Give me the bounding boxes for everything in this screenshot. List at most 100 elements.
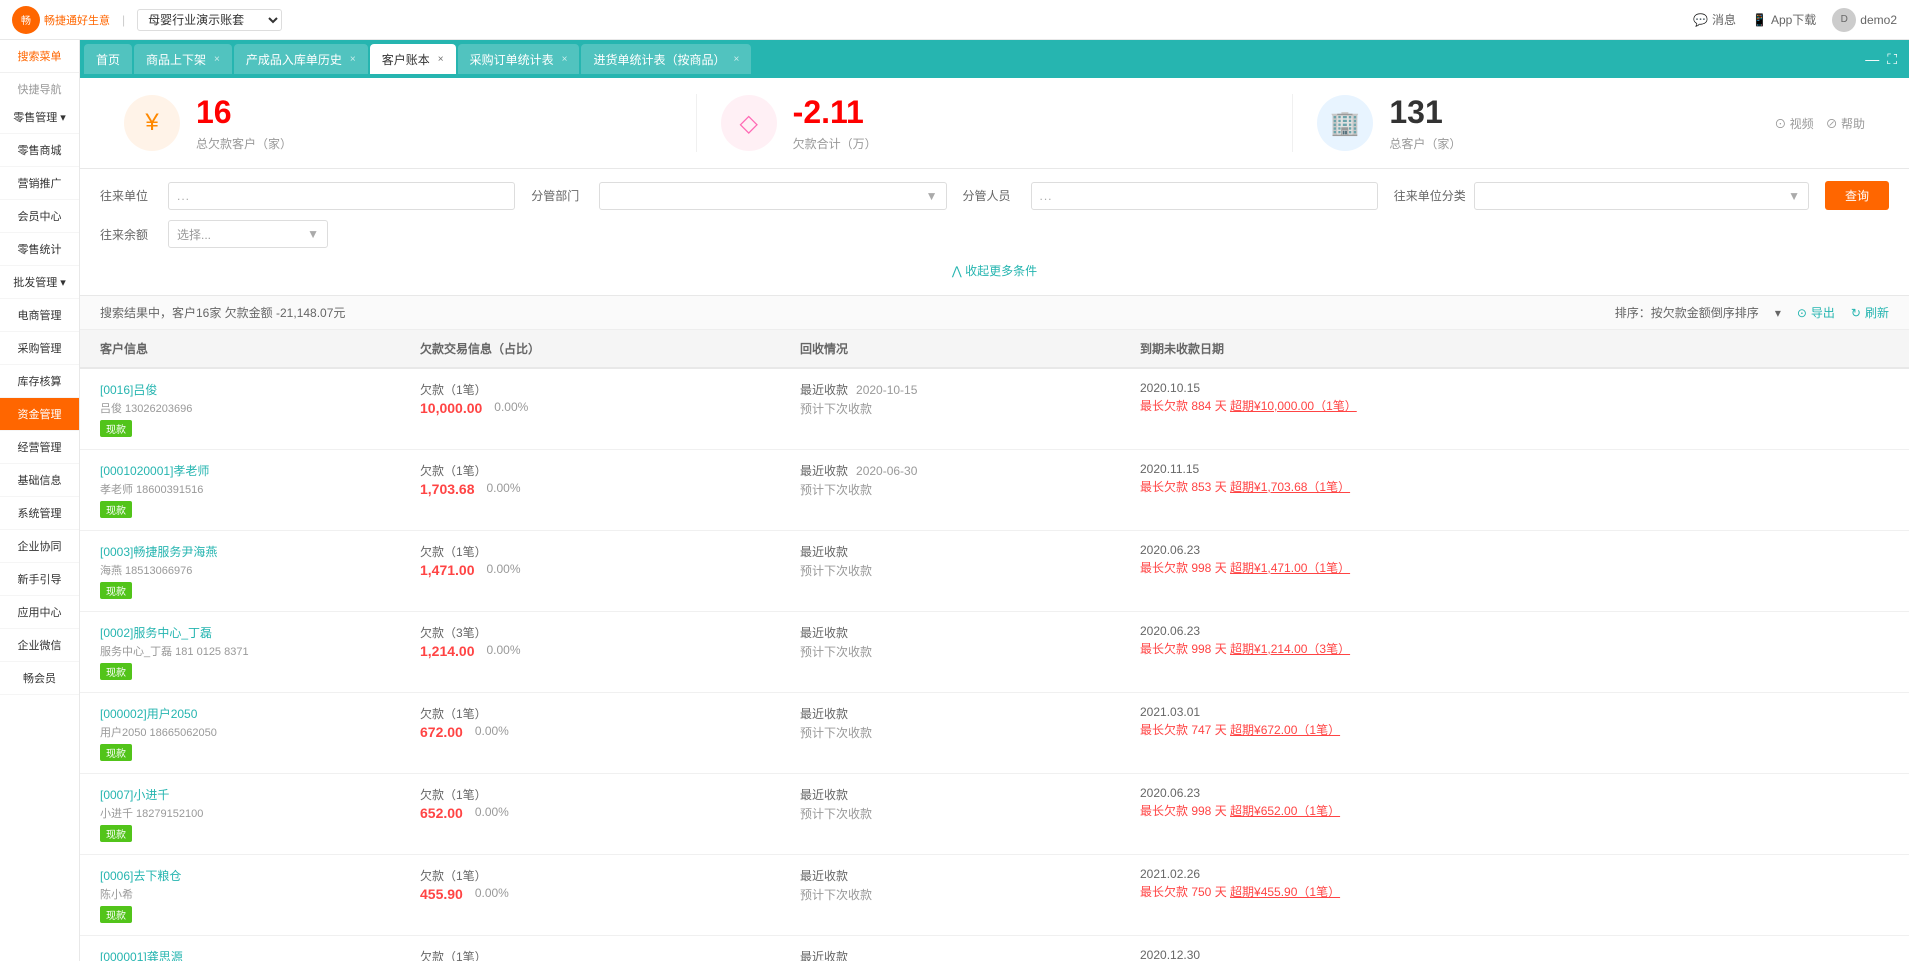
sidebar-item-app-center[interactable]: 应用中心 xyxy=(0,596,79,629)
overdue-date-7: 2021.02.26 xyxy=(1140,867,1889,881)
sidebar-item-vip[interactable]: 畅会员 xyxy=(0,662,79,695)
overdue-date-1: 2020.10.15 xyxy=(1140,381,1889,395)
customer-name-6[interactable]: [0007]小进千 xyxy=(100,788,169,802)
tab-minimize-btn[interactable]: — xyxy=(1865,51,1879,68)
cell-customer-8: [000001]龚思源 龚思源 13552700226 现款 xyxy=(100,948,420,961)
overdue-link-1[interactable]: 超期¥10,000.00（1笔） xyxy=(1230,399,1357,413)
customer-name-3[interactable]: [0003]畅捷服务尹海燕 xyxy=(100,545,217,559)
sidebar-search[interactable]: 搜索菜单 xyxy=(0,40,79,73)
sidebar-item-capital[interactable]: 资金管理 xyxy=(0,398,79,431)
owed-customers-number: 16 xyxy=(196,94,292,131)
customer-name-7[interactable]: [0006]去下粮仓 xyxy=(100,869,181,883)
sidebar-item-retail-shop[interactable]: 零售商城 xyxy=(0,134,79,167)
overdue-link-5[interactable]: 超期¥672.00（1笔） xyxy=(1230,723,1340,737)
tab-customer-account[interactable]: 客户账本 × xyxy=(370,44,456,74)
data-table: 客户信息 欠款交易信息（占比） 回收情况 到期未收款日期 [0016]吕俊 吕俊… xyxy=(80,330,1909,961)
customer-name-4[interactable]: [0002]服务中心_丁磊 xyxy=(100,626,212,640)
sidebar-nav-label[interactable]: 快捷导航 xyxy=(0,73,79,101)
cell-return-2: 最近收款2020-06-30 预计下次收款 xyxy=(800,462,1140,498)
return-latest-8: 最近收款 xyxy=(800,948,1140,961)
refresh-button[interactable]: ↻ 刷新 xyxy=(1851,304,1889,321)
debt-row-6: 652.00 0.00% xyxy=(420,803,800,821)
filter-unit-class-select[interactable]: ▼ xyxy=(1474,182,1809,210)
overdue-link-4[interactable]: 超期¥1,214.00（3笔） xyxy=(1230,642,1350,656)
video-action[interactable]: ⊙ 视频 xyxy=(1774,115,1813,132)
tab-purchase-order[interactable]: 采购订单统计表 × xyxy=(458,44,580,74)
overdue-link-3[interactable]: 超期¥1,471.00（1笔） xyxy=(1230,561,1350,575)
overdue-link-6[interactable]: 超期¥652.00（1笔） xyxy=(1230,804,1340,818)
refresh-label: 刷新 xyxy=(1865,304,1889,321)
sidebar-item-basic-info[interactable]: 基础信息 xyxy=(0,464,79,497)
sidebar-item-enterprise[interactable]: 企业协同 xyxy=(0,530,79,563)
customer-name-1[interactable]: [0016]吕俊 xyxy=(100,383,157,397)
tab-inbound-stat-label: 进货单统计表（按商品） xyxy=(593,51,725,68)
export-button[interactable]: ⊙ 导出 xyxy=(1797,304,1835,321)
cell-customer-3: [0003]畅捷服务尹海燕 海燕 18513066976 现款 xyxy=(100,543,420,599)
tab-bar: 首页 商品上下架 × 产成品入库单历史 × 客户账本 × 采购订单统计表 × xyxy=(80,40,1909,78)
customer-name-2[interactable]: [0001020001]孝老师 xyxy=(100,464,209,478)
tab-purchase-order-close[interactable]: × xyxy=(562,54,568,65)
tab-maximize-btn[interactable]: ⛶ xyxy=(1887,51,1897,68)
chevron-down-icon[interactable]: ▾ xyxy=(1775,306,1781,320)
collapse-bar[interactable]: ⋀ 收起更多条件 xyxy=(100,258,1889,283)
overdue-info-4: 最长欠款 998 天 超期¥1,214.00（3笔） xyxy=(1140,640,1889,657)
tab-home[interactable]: 首页 xyxy=(84,44,132,74)
summary-card-total-customers: 🏢 131 总客户（家） ⊙ 视频 ⊘ 帮助 xyxy=(1293,94,1889,152)
sidebar-item-enterprise-wechat[interactable]: 企业微信 xyxy=(0,629,79,662)
overdue-link-2[interactable]: 超期¥1,703.68（1笔） xyxy=(1230,480,1350,494)
table-row: [0001020001]孝老师 孝老师 18600391516 现款 欠款（1笔… xyxy=(80,450,1909,531)
sidebar-item-inventory[interactable]: 库存核算 xyxy=(0,365,79,398)
customer-name-5[interactable]: [000002]用户2050 xyxy=(100,707,197,721)
sidebar-item-purchase[interactable]: 采购管理 xyxy=(0,332,79,365)
sidebar-item-marketing[interactable]: 营销推广 xyxy=(0,167,79,200)
user-action[interactable]: D demo2 xyxy=(1832,8,1897,32)
tenant-select[interactable]: 母婴行业演示账套 xyxy=(137,9,282,31)
debt-amount-3: 1,471.00 xyxy=(420,562,475,578)
sidebar-item-newbie[interactable]: 新手引导 xyxy=(0,563,79,596)
tab-products-on-off-label: 商品上下架 xyxy=(146,51,206,68)
tab-products-on-off[interactable]: 商品上下架 × xyxy=(134,44,232,74)
filter-from-unit-input[interactable]: ... xyxy=(168,182,515,210)
tab-product-history-label: 产成品入库单历史 xyxy=(246,51,342,68)
tab-inbound-stat[interactable]: 进货单统计表（按商品） × xyxy=(581,44,751,74)
overdue-link-7[interactable]: 超期¥455.90（1笔） xyxy=(1230,885,1340,899)
tab-product-history-close[interactable]: × xyxy=(350,54,356,65)
customer-name-8[interactable]: [000001]龚思源 xyxy=(100,950,183,961)
filter-row-2: 往来余额 选择... ▼ xyxy=(100,220,1889,248)
collapse-icon: ⋀ xyxy=(952,264,965,278)
sidebar-item-retail-stat[interactable]: 零售统计 xyxy=(0,233,79,266)
sidebar-item-member[interactable]: 会员中心 xyxy=(0,200,79,233)
sidebar-item-batch-mgmt[interactable]: 批发管理 ▾ xyxy=(0,266,79,299)
sidebar-item-system[interactable]: 系统管理 xyxy=(0,497,79,530)
return-next-1: 预计下次收款 xyxy=(800,400,1140,417)
sidebar-item-operation[interactable]: 经营管理 xyxy=(0,431,79,464)
cell-customer-7: [0006]去下粮仓 陈小希 现款 xyxy=(100,867,420,923)
sidebar-item-retail-mgmt[interactable]: 零售管理 ▾ xyxy=(0,101,79,134)
tab-product-history[interactable]: 产成品入库单历史 × xyxy=(234,44,368,74)
filter-from-unit-label: 往来单位 xyxy=(100,187,160,204)
sidebar-item-ecommerce[interactable]: 电商管理 xyxy=(0,299,79,332)
query-button[interactable]: 查询 xyxy=(1825,181,1889,210)
tab-inbound-stat-close[interactable]: × xyxy=(733,54,739,65)
filter-person-input[interactable]: ... xyxy=(1031,182,1378,210)
cell-overdue-4: 2020.06.23 最长欠款 998 天 超期¥1,214.00（3笔） xyxy=(1140,624,1889,657)
return-latest-3: 最近收款 xyxy=(800,543,1140,560)
cell-overdue-7: 2021.02.26 最长欠款 750 天 超期¥455.90（1笔） xyxy=(1140,867,1889,900)
cell-debt-3: 欠款（1笔） 1,471.00 0.00% xyxy=(420,543,800,578)
filter-dept-label: 分管部门 xyxy=(531,187,591,204)
filter-balance-select[interactable]: 选择... ▼ xyxy=(168,220,328,248)
message-action[interactable]: 💬 消息 xyxy=(1693,11,1736,28)
customer-tag-3: 现款 xyxy=(100,582,132,599)
tab-products-on-off-close[interactable]: × xyxy=(214,54,220,65)
customer-phone-4: 服务中心_丁磊 181 0125 8371 xyxy=(100,643,420,659)
return-next-5: 预计下次收款 xyxy=(800,724,1140,741)
help-action[interactable]: ⊘ 帮助 xyxy=(1826,115,1865,132)
tab-customer-account-close[interactable]: × xyxy=(438,54,444,65)
return-next-3: 预计下次收款 xyxy=(800,562,1140,579)
overdue-info-6: 最长欠款 998 天 超期¥652.00（1笔） xyxy=(1140,802,1889,819)
app-download-action[interactable]: 📱 App下载 xyxy=(1752,11,1816,28)
customer-tag-7: 现款 xyxy=(100,906,132,923)
customer-phone-3: 海燕 18513066976 xyxy=(100,562,420,578)
filter-dept-select[interactable]: ▼ xyxy=(599,182,946,210)
top-bar-right: 💬 消息 📱 App下载 D demo2 xyxy=(1693,8,1897,32)
